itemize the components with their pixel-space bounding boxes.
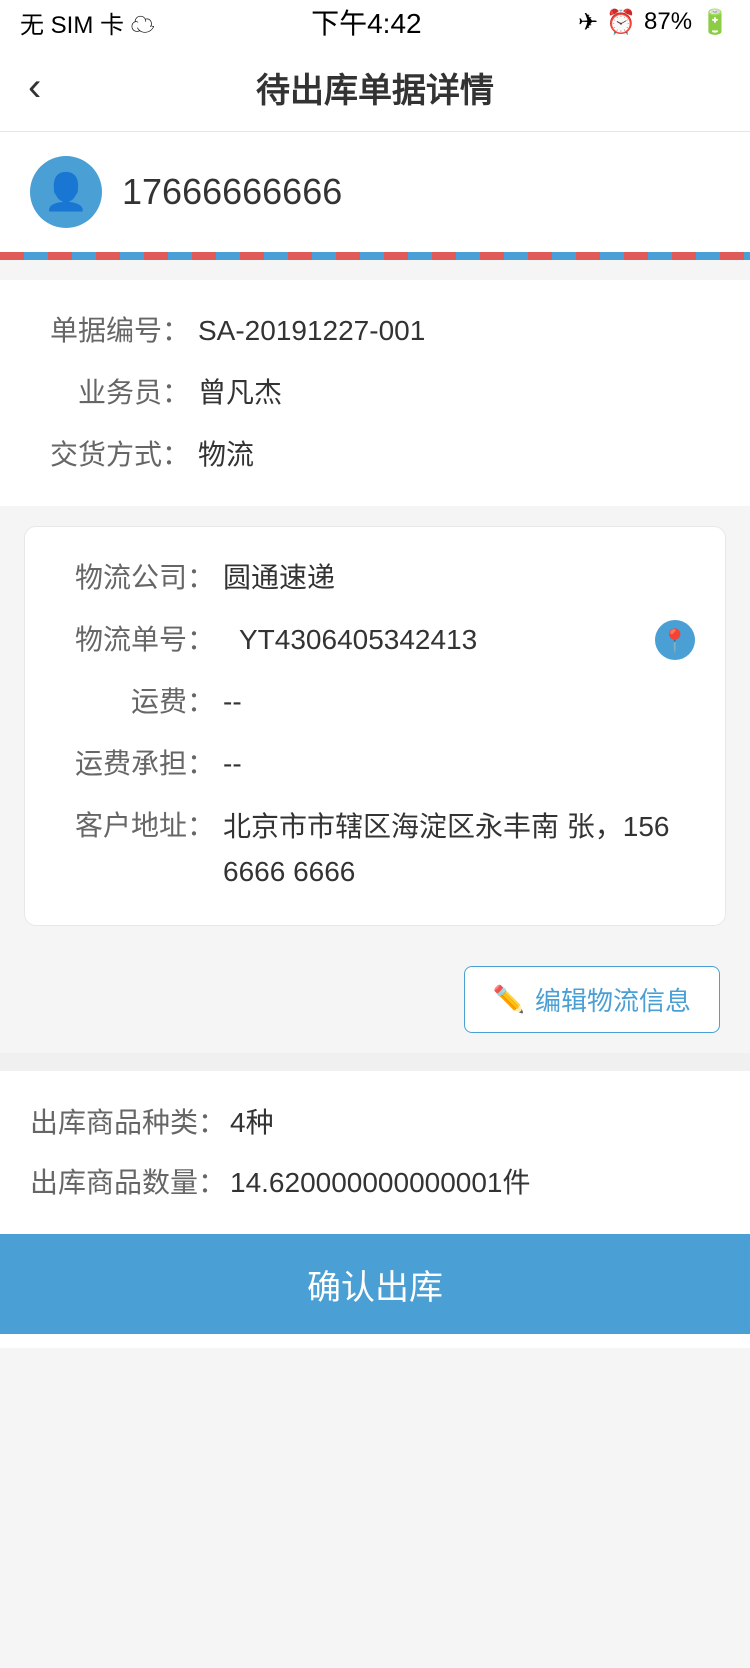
status-bar: 无 SIM 卡 ☁ 下午4:42 ✈ ⏰ 87% 🔋 (0, 0, 750, 44)
logistics-company-row: 物流公司： 圆通速递 (55, 557, 695, 599)
order-number-label: 单据编号： (30, 310, 190, 352)
avatar-icon: 👤 (44, 171, 89, 213)
status-right: ✈ ⏰ 87% 🔋 (578, 8, 730, 37)
freight-label: 运费： (55, 681, 215, 723)
address-row: 客户地址： 北京市市辖区海淀区永丰南 张，156 6666 6666 (55, 805, 695, 895)
customer-phone: 17666666666 (122, 171, 342, 213)
delivery-row: 交货方式： 物流 (30, 434, 720, 476)
logistics-card: 物流公司： 圆通速递 物流单号： YT43064053424​13 📍 运费： … (24, 526, 726, 926)
location-icon: ✈ (578, 8, 598, 37)
empty-space (0, 1348, 750, 1548)
dashed-divider (0, 252, 750, 260)
goods-quantity-label: 出库商品数量： (30, 1161, 230, 1201)
freight-row: 运费： -- (55, 681, 695, 723)
tracking-number: YT43064053424​13 (239, 619, 639, 661)
goods-type-row: 出库商品种类： 4种 (30, 1101, 720, 1141)
status-time: 下午4:42 (311, 2, 422, 42)
goods-type-label: 出库商品种类： (30, 1101, 230, 1141)
address-value: 北京市市辖区海淀区永丰南 张，156 6666 6666 (223, 805, 695, 895)
battery-icon: 🔋 (700, 8, 730, 37)
edit-logistics-button[interactable]: ✏️ 编辑物流信息 (464, 966, 720, 1033)
edit-btn-wrap: ✏️ 编辑物流信息 (0, 946, 750, 1033)
goods-quantity-row: 出库商品数量： 14.620000000000001件 (30, 1161, 720, 1201)
address-label: 客户地址： (55, 805, 215, 847)
content: 👤 17666666666 单据编号： SA-20191227-001 业务员：… (0, 132, 750, 1668)
page-title: 待出库单据详情 (256, 63, 494, 112)
alarm-icon: ⏰ (606, 8, 636, 37)
logistics-company-value: 圆通速递 (223, 557, 695, 599)
order-number-row: 单据编号： SA-20191227-001 (30, 310, 720, 352)
avatar: 👤 (30, 156, 102, 228)
map-location-icon[interactable]: 📍 (655, 620, 695, 660)
back-button[interactable]: ‹ (28, 65, 41, 110)
goods-section: 出库商品种类： 4种 出库商品数量： 14.620000000000001件 (0, 1071, 750, 1241)
confirm-btn-text: 确认出库 (307, 1260, 443, 1309)
sim-status: 无 SIM 卡 ☁ (20, 5, 155, 40)
logistics-company-label: 物流公司： (55, 557, 215, 599)
goods-quantity-value: 14.620000000000001件 (230, 1161, 531, 1201)
goods-type-value: 4种 (230, 1101, 274, 1141)
freight-bearer-label: 运费承担： (55, 743, 215, 785)
pin-icon: 📍 (661, 624, 688, 657)
order-info-section: 单据编号： SA-20191227-001 业务员： 曾凡杰 交货方式： 物流 (0, 280, 750, 506)
salesman-label: 业务员： (30, 372, 190, 414)
salesman-value: 曾凡杰 (198, 372, 720, 414)
status-left: 无 SIM 卡 ☁ (20, 5, 155, 40)
battery-level: 87% (644, 8, 692, 36)
nav-bar: ‹ 待出库单据详情 (0, 44, 750, 132)
edit-icon: ✏️ (493, 984, 525, 1015)
freight-bearer-row: 运费承担： -- (55, 743, 695, 785)
section-divider (0, 1053, 750, 1071)
customer-header: 👤 17666666666 (0, 132, 750, 252)
delivery-label: 交货方式： (30, 434, 190, 476)
salesman-row: 业务员： 曾凡杰 (30, 372, 720, 414)
tracking-row: 物流单号： YT43064053424​13 📍 (55, 619, 695, 661)
freight-bearer-value: -- (223, 743, 695, 785)
delivery-value: 物流 (198, 434, 720, 476)
order-number-value: SA-20191227-001 (198, 310, 720, 352)
edit-btn-label: 编辑物流信息 (535, 981, 691, 1018)
bottom-bar[interactable]: 确认出库 (0, 1234, 750, 1334)
tracking-label: 物流单号： (55, 619, 215, 661)
freight-value: -- (223, 681, 695, 723)
